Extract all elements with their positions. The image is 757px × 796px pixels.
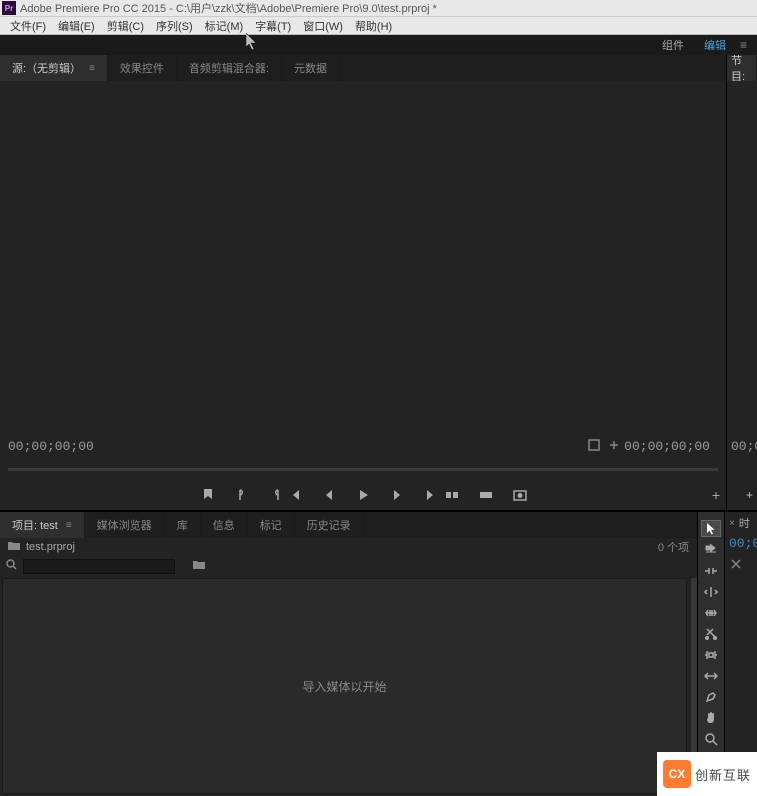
program-viewer[interactable] [727, 81, 757, 432]
zoom-tool[interactable] [701, 730, 721, 747]
project-content[interactable]: 导入媒体以开始 [2, 578, 687, 794]
menubar: 文件(F) 编辑(E) 剪辑(C) 序列(S) 标记(M) 字幕(T) 窗口(W… [0, 17, 757, 35]
tab-source[interactable]: 源:（无剪辑） ≡ [0, 55, 108, 81]
source-timecode-out[interactable]: 00;00;00;00 [624, 439, 710, 454]
source-transport: + [0, 480, 726, 510]
lower-panels: 项目: test ≡ 媒体浏览器 库 信息 标记 历史记录 test.prpro… [0, 510, 757, 796]
mark-out-button[interactable] [268, 487, 284, 503]
razor-tool[interactable] [701, 625, 721, 642]
menu-window[interactable]: 窗口(W) [297, 18, 349, 34]
project-panel: 项目: test ≡ 媒体浏览器 库 信息 标记 历史记录 test.prpro… [0, 512, 698, 796]
settings-wrench-icon[interactable] [608, 439, 620, 454]
timeline-tabs: × 时 [725, 512, 757, 534]
watermark: CX 创新互联 [657, 752, 757, 796]
button-editor-plus-icon[interactable]: + [712, 487, 720, 503]
app-icon: Pr [2, 1, 16, 15]
menu-sequence[interactable]: 序列(S) [150, 18, 199, 34]
watermark-logo-icon: CX [663, 760, 691, 788]
ripple-edit-tool[interactable] [701, 562, 721, 579]
tab-metadata[interactable]: 元数据 [282, 55, 340, 81]
menu-edit[interactable]: 编辑(E) [52, 18, 101, 34]
slide-tool[interactable] [701, 667, 721, 684]
source-viewer[interactable] [0, 81, 726, 432]
step-back-button[interactable] [321, 487, 337, 503]
insert-button[interactable] [444, 487, 460, 503]
program-panel: 节目: 00;0 + [727, 55, 757, 510]
menu-help[interactable]: 帮助(H) [349, 18, 398, 34]
program-timecode[interactable]: 00;0 [729, 437, 757, 456]
tab-project[interactable]: 项目: test ≡ [0, 512, 85, 538]
program-tabs: 节目: [727, 55, 757, 81]
import-placeholder: 导入媒体以开始 [302, 678, 386, 695]
program-scrubber[interactable] [727, 460, 757, 480]
go-to-in-button[interactable] [287, 487, 303, 503]
rolling-edit-tool[interactable] [701, 583, 721, 600]
source-tabs: 源:（无剪辑） ≡ 效果控件 音频剪辑混合器: 元数据 [0, 55, 726, 81]
step-forward-button[interactable] [389, 487, 405, 503]
workspace-assembly[interactable]: 组件 [652, 37, 694, 53]
workspace-editing[interactable]: 编辑 [694, 37, 736, 53]
search-icon [4, 559, 17, 573]
tab-source-menu-icon[interactable]: ≡ [89, 63, 95, 74]
slip-tool[interactable] [701, 646, 721, 663]
workspace-menu-icon[interactable]: ≡ [736, 38, 751, 52]
add-marker-button[interactable] [200, 487, 216, 503]
scrubber-track[interactable] [8, 468, 718, 471]
program-button-editor-plus-icon[interactable]: + [746, 488, 753, 502]
project-search-row [0, 556, 697, 576]
project-filename: test.prproj [26, 541, 75, 553]
timeline-timecode[interactable]: 00;0 [725, 534, 757, 553]
program-viewer-footer: 00;0 [727, 432, 757, 460]
snap-toggle[interactable] [725, 553, 757, 578]
project-tabs: 项目: test ≡ 媒体浏览器 库 信息 标记 历史记录 [0, 512, 697, 538]
overwrite-button[interactable] [478, 487, 494, 503]
mark-in-button[interactable] [234, 487, 250, 503]
project-header: test.prproj 0 个项 [0, 538, 697, 556]
folder-icon [8, 541, 20, 554]
new-bin-icon[interactable] [193, 560, 205, 573]
play-button[interactable] [355, 487, 371, 503]
source-panel: 源:（无剪辑） ≡ 效果控件 音频剪辑混合器: 元数据 00;00;00;00 … [0, 55, 727, 510]
tab-library[interactable]: 库 [165, 512, 201, 538]
go-to-out-button[interactable] [423, 487, 439, 503]
project-item-count: 0 个项 [658, 539, 689, 555]
selection-tool[interactable] [701, 520, 721, 537]
menu-title[interactable]: 字幕(T) [249, 18, 297, 34]
tab-markers[interactable]: 标记 [248, 512, 295, 538]
track-select-forward-tool[interactable] [701, 541, 721, 558]
rate-stretch-tool[interactable] [701, 604, 721, 621]
menu-marker[interactable]: 标记(M) [199, 18, 250, 34]
mouse-cursor-icon [246, 33, 258, 51]
tab-program[interactable]: 节目: [727, 55, 757, 81]
tab-media-browser[interactable]: 媒体浏览器 [85, 512, 165, 538]
menu-clip[interactable]: 剪辑(C) [101, 18, 150, 34]
fit-icon[interactable] [588, 439, 600, 454]
tab-effect-controls[interactable]: 效果控件 [108, 55, 177, 81]
tab-project-menu-icon[interactable]: ≡ [66, 520, 72, 531]
tab-info[interactable]: 信息 [201, 512, 248, 538]
upper-panels: 源:（无剪辑） ≡ 效果控件 音频剪辑混合器: 元数据 00;00;00;00 … [0, 55, 757, 510]
titlebar: Pr Adobe Premiere Pro CC 2015 - C:\用户\zz… [0, 0, 757, 17]
export-frame-button[interactable] [512, 487, 528, 503]
source-scrubber[interactable] [0, 460, 726, 480]
timeline-close-icon[interactable]: × [725, 518, 739, 529]
tab-source-label: 源:（无剪辑） [12, 60, 81, 76]
timeline-tab-label[interactable]: 时 [739, 515, 750, 531]
source-viewer-footer: 00;00;00;00 00;00;00;00 [0, 432, 726, 460]
hand-tool[interactable] [701, 709, 721, 726]
menu-file[interactable]: 文件(F) [4, 18, 52, 34]
window-title: Adobe Premiere Pro CC 2015 - C:\用户\zzk\文… [20, 0, 437, 16]
watermark-text: 创新互联 [695, 765, 751, 784]
project-search-input[interactable] [23, 559, 175, 574]
source-timecode-in[interactable]: 00;00;00;00 [8, 439, 94, 454]
tab-history[interactable]: 历史记录 [295, 512, 364, 538]
workspace-bar: 组件 编辑 ≡ [0, 35, 757, 55]
pen-tool[interactable] [701, 688, 721, 705]
tab-audio-clip-mixer[interactable]: 音频剪辑混合器: [177, 55, 282, 81]
tab-project-label: 项目: test [12, 517, 58, 533]
